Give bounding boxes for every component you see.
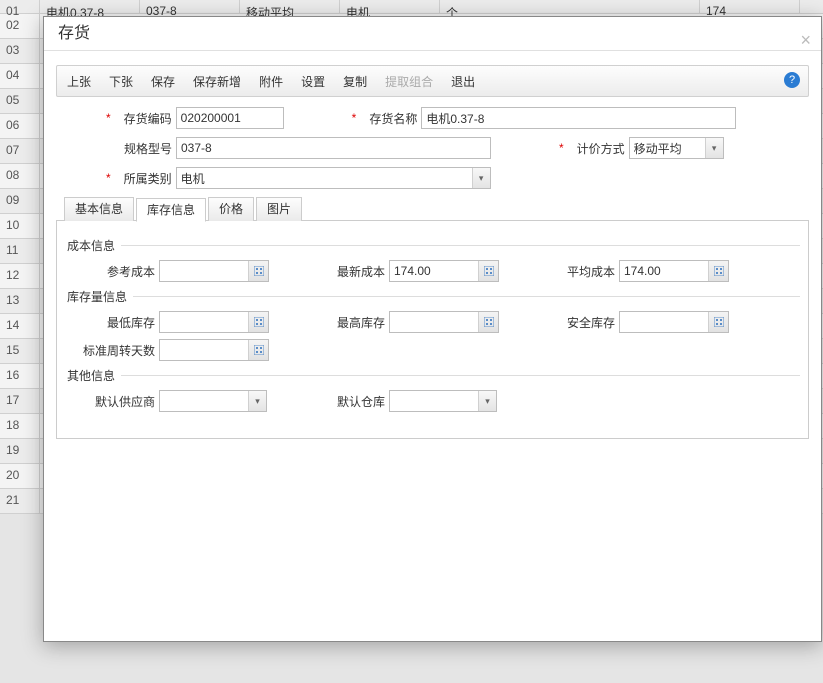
tab-price[interactable]: 价格: [208, 197, 254, 221]
form-area: * 存货编码 * 存货名称 规格型号 * 计价方式 移动平均 ▾: [44, 97, 821, 189]
section-cost: 成本信息: [67, 237, 800, 254]
warehouse-select[interactable]: ▾: [389, 390, 497, 412]
pricing-value: 移动平均: [630, 140, 705, 157]
ref-cost-input[interactable]: [159, 260, 269, 282]
ref-cost-label: 参考成本: [65, 263, 155, 280]
tab-basic[interactable]: 基本信息: [64, 197, 134, 221]
pricing-select[interactable]: 移动平均 ▾: [629, 137, 724, 159]
required-mark: *: [559, 141, 564, 155]
latest-cost-label: 最新成本: [295, 263, 385, 280]
min-stock-input[interactable]: [159, 311, 269, 333]
tab-stock[interactable]: 库存信息: [136, 198, 206, 222]
attachment-button[interactable]: 附件: [259, 73, 283, 90]
chevron-down-icon[interactable]: ▾: [472, 168, 490, 188]
calculator-icon[interactable]: [708, 261, 728, 281]
max-stock-label: 最高库存: [295, 314, 385, 331]
section-stock: 库存量信息: [67, 288, 800, 305]
next-button[interactable]: 下张: [109, 73, 133, 90]
calculator-icon[interactable]: [248, 261, 268, 281]
avg-cost-label: 平均成本: [525, 263, 615, 280]
save-button[interactable]: 保存: [151, 73, 175, 90]
section-other: 其他信息: [67, 367, 800, 384]
toolbar: 上张 下张 保存 保存新增 附件 设置 复制 提取组合 退出 ?: [56, 65, 809, 97]
warehouse-label: 默认仓库: [295, 393, 385, 410]
tab-panel-stock: 成本信息 参考成本 最新成本174.00 平均成本174.00 库存量信息 最低…: [56, 221, 809, 439]
supplier-label: 默认供应商: [65, 393, 155, 410]
category-value: 电机: [177, 170, 472, 187]
turnover-label: 标准周转天数: [65, 342, 155, 359]
dialog-title-text: 存货: [58, 25, 90, 42]
save-new-button[interactable]: 保存新增: [193, 73, 241, 90]
settings-button[interactable]: 设置: [301, 73, 325, 90]
dialog-title: 存货 ×: [44, 17, 821, 51]
supplier-select[interactable]: ▾: [159, 390, 267, 412]
safe-stock-input[interactable]: [619, 311, 729, 333]
tab-image[interactable]: 图片: [256, 197, 302, 221]
code-label: 存货编码: [114, 110, 172, 127]
calculator-icon[interactable]: [708, 312, 728, 332]
prev-button[interactable]: 上张: [67, 73, 91, 90]
calculator-icon[interactable]: [248, 340, 268, 360]
calculator-icon[interactable]: [248, 312, 268, 332]
avg-cost-input[interactable]: 174.00: [619, 260, 729, 282]
chevron-down-icon[interactable]: ▾: [705, 138, 723, 158]
close-icon[interactable]: ×: [800, 23, 811, 57]
category-select[interactable]: 电机 ▾: [176, 167, 491, 189]
bg-rownum: 01: [0, 0, 40, 13]
max-stock-input[interactable]: [389, 311, 499, 333]
code-input[interactable]: [176, 107, 284, 129]
extract-button: 提取组合: [385, 73, 433, 90]
latest-cost-input[interactable]: 174.00: [389, 260, 499, 282]
safe-stock-label: 安全库存: [525, 314, 615, 331]
exit-button[interactable]: 退出: [451, 73, 475, 90]
tabs: 基本信息 库存信息 价格 图片: [56, 197, 809, 221]
name-input[interactable]: [421, 107, 736, 129]
inventory-dialog: 存货 × 上张 下张 保存 保存新增 附件 设置 复制 提取组合 退出 ? * …: [43, 16, 822, 642]
category-label: 所属类别: [114, 170, 172, 187]
chevron-down-icon[interactable]: ▾: [248, 391, 266, 411]
help-icon[interactable]: ?: [784, 72, 800, 88]
required-mark: *: [106, 111, 111, 125]
spec-label: 规格型号: [114, 140, 172, 157]
pricing-label: 计价方式: [567, 140, 625, 157]
turnover-input[interactable]: [159, 339, 269, 361]
required-mark: *: [352, 111, 357, 125]
copy-button[interactable]: 复制: [343, 73, 367, 90]
calculator-icon[interactable]: [478, 261, 498, 281]
calculator-icon[interactable]: [478, 312, 498, 332]
spec-input[interactable]: [176, 137, 491, 159]
name-label: 存货名称: [359, 110, 417, 127]
required-mark: *: [106, 171, 111, 185]
min-stock-label: 最低库存: [65, 314, 155, 331]
chevron-down-icon[interactable]: ▾: [478, 391, 496, 411]
bg-header-row: 01 电机0.37-8 037-8 移动平均 电机 个 174: [0, 0, 823, 14]
